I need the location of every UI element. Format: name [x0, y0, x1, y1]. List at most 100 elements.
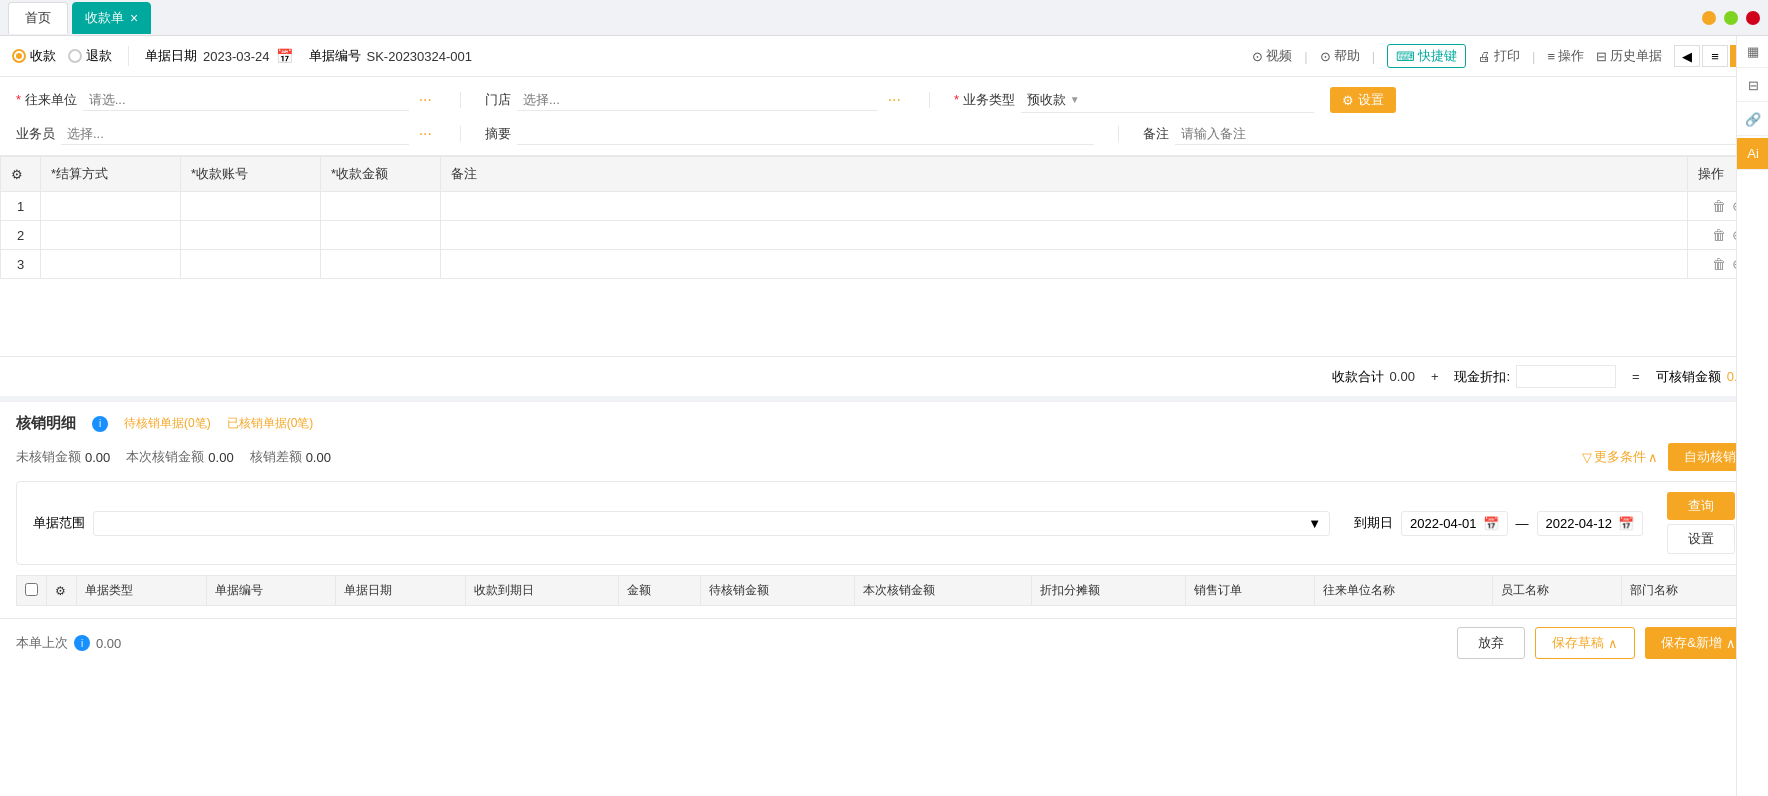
settings-button[interactable]: ⚙ 设置	[1330, 87, 1396, 113]
due-date-start-input[interactable]: 2022-04-01 📅	[1401, 511, 1508, 536]
set-button[interactable]: 设置	[1667, 524, 1735, 554]
store-input[interactable]	[517, 89, 878, 111]
operation-button[interactable]: ≡ 操作	[1547, 47, 1584, 65]
business-type-select[interactable]: 预收款 ▼	[1021, 88, 1314, 113]
settlement-cell-2[interactable]	[41, 221, 181, 250]
staff-input[interactable]	[61, 123, 409, 145]
discount-label: 现金折扣:	[1454, 368, 1510, 386]
note-cell-3[interactable]	[441, 250, 1688, 279]
tab-active[interactable]: 收款单 ×	[72, 2, 151, 34]
video-button[interactable]: ⊙ 视频	[1252, 47, 1292, 65]
abandon-button[interactable]: 放弃	[1457, 627, 1525, 659]
account-cell-3[interactable]	[181, 250, 321, 279]
history-label: 历史单据	[1610, 47, 1662, 65]
settings-col-header[interactable]: ⚙	[47, 576, 77, 606]
refund-radio-label: 退款	[86, 47, 112, 65]
account-cell-2[interactable]	[181, 221, 321, 250]
staff-field: 业务员 ···	[16, 123, 436, 145]
more-conditions-button[interactable]: ▽ 更多条件 ∧	[1582, 448, 1658, 466]
summary-row: 收款合计 0.00 + 现金折扣: = 可核销金额 0.00	[0, 356, 1768, 396]
receive-radio[interactable]: 收款	[12, 47, 56, 65]
store-label: 门店	[485, 91, 511, 109]
operation-icon: ≡	[1547, 49, 1555, 64]
maximize-button[interactable]	[1724, 11, 1738, 25]
delete-icon-3[interactable]: 🗑	[1712, 256, 1726, 272]
delete-icon-2[interactable]: 🗑	[1712, 227, 1726, 243]
nuclear-table: ⚙ 单据类型 单据编号 单据日期 收款到期日 金额 待核销金额 本次核销金额 折…	[16, 575, 1752, 606]
total-value: 0.00	[1390, 369, 1415, 384]
save-new-label: 保存&新增	[1661, 634, 1722, 652]
summary-input[interactable]	[517, 123, 1094, 145]
amount-cell-1[interactable]	[321, 192, 441, 221]
counterpart-more-icon[interactable]: ···	[415, 91, 436, 109]
counterpart-input[interactable]	[83, 89, 409, 111]
side-table-button[interactable]: ▦	[1737, 36, 1768, 68]
note-cell-1[interactable]	[441, 192, 1688, 221]
history-button[interactable]: ⊟ 历史单据	[1596, 47, 1662, 65]
staff-more-icon[interactable]: ···	[415, 125, 436, 143]
chevron-down-icon: ▼	[1070, 94, 1080, 105]
voucher-range-select[interactable]: ▼	[93, 511, 1330, 536]
form-row-2: 业务员 ··· 摘要 备注	[16, 123, 1752, 145]
diff-filter: 核销差额 0.00	[250, 448, 331, 466]
refund-radio[interactable]: 退款	[68, 47, 112, 65]
help-button[interactable]: ⊙ 帮助	[1320, 47, 1360, 65]
staff-name-header: 员工名称	[1492, 576, 1622, 606]
doc-num-header: 单据编号	[206, 576, 336, 606]
business-type-value: 预收款	[1027, 91, 1066, 109]
shortcut-button[interactable]: ⌨ 快捷键	[1387, 44, 1466, 68]
tab-home[interactable]: 首页	[8, 2, 68, 34]
discount-summary: 现金折扣:	[1454, 365, 1616, 388]
note-cell-2[interactable]	[441, 221, 1688, 250]
print-button[interactable]: 🖨 打印	[1478, 47, 1520, 65]
settlement-cell-3[interactable]	[41, 250, 181, 279]
side-grid-button[interactable]: ⊟	[1737, 70, 1768, 102]
field-divider-4	[1118, 126, 1119, 142]
chevron-up-save-icon: ∧	[1608, 636, 1618, 651]
receipt-table: ⚙ *结算方式 *收款账号 *收款金额 备注 操作	[0, 156, 1768, 279]
help-label: 帮助	[1334, 47, 1360, 65]
date-range-field: 到期日 2022-04-01 📅 — 2022-04-12 📅	[1354, 511, 1643, 536]
pending-amount-header: 待核销金额	[701, 576, 855, 606]
field-divider-2	[929, 92, 930, 108]
nuclear-info-icon[interactable]: i	[92, 416, 108, 432]
chevron-up-icon: ∧	[1648, 450, 1658, 465]
amount-cell-2[interactable]	[321, 221, 441, 250]
side-link-button[interactable]: 🔗	[1737, 104, 1768, 136]
pending-tab-link[interactable]: 待核销单据(0笔)	[124, 415, 211, 432]
prev-view-button[interactable]: ◀	[1674, 45, 1700, 67]
footer-info-icon[interactable]: i	[74, 635, 90, 651]
due-date-end-input[interactable]: 2022-04-12 📅	[1537, 511, 1644, 536]
side-link-icon: 🔗	[1745, 112, 1761, 127]
account-cell-1[interactable]	[181, 192, 321, 221]
save-draft-button[interactable]: 保存草稿 ∧	[1535, 627, 1635, 659]
tab-close-icon[interactable]: ×	[130, 10, 138, 26]
remark-input[interactable]	[1175, 123, 1752, 145]
tab-bar: 首页 收款单 ×	[0, 0, 1768, 36]
minimize-button[interactable]	[1702, 11, 1716, 25]
account-header: *收款账号	[181, 157, 321, 192]
dept-name-header: 部门名称	[1622, 576, 1752, 606]
delete-icon-1[interactable]: 🗑	[1712, 198, 1726, 214]
query-button[interactable]: 查询	[1667, 492, 1735, 520]
discount-input[interactable]	[1516, 365, 1616, 388]
done-tab-link[interactable]: 已核销单据(0笔)	[227, 415, 314, 432]
amount-cell-3[interactable]	[321, 250, 441, 279]
table-settings-header[interactable]: ⚙	[1, 157, 41, 192]
select-all-checkbox[interactable]	[25, 583, 38, 596]
shortcut-label: 快捷键	[1418, 47, 1457, 65]
side-ai-button[interactable]: Ai	[1737, 138, 1768, 170]
footer-value: 0.00	[96, 636, 121, 651]
page-footer: 本单上次 i 0.00 放弃 保存草稿 ∧ 保存&新增 ∧	[0, 618, 1768, 667]
store-more-icon[interactable]: ···	[884, 91, 905, 109]
video-label: 视频	[1266, 47, 1292, 65]
date-field: 单据日期 2023-03-24 📅	[145, 47, 293, 65]
calendar-icon[interactable]: 📅	[276, 48, 293, 64]
settlement-cell-1[interactable]	[41, 192, 181, 221]
list-view-button[interactable]: ≡	[1702, 45, 1728, 67]
table-row: 1 🗑 ⊕	[1, 192, 1768, 221]
window-close-button[interactable]	[1746, 11, 1760, 25]
remark-field: 备注	[1143, 123, 1752, 145]
calendar-start-icon: 📅	[1483, 516, 1499, 531]
refund-radio-circle	[68, 49, 82, 63]
